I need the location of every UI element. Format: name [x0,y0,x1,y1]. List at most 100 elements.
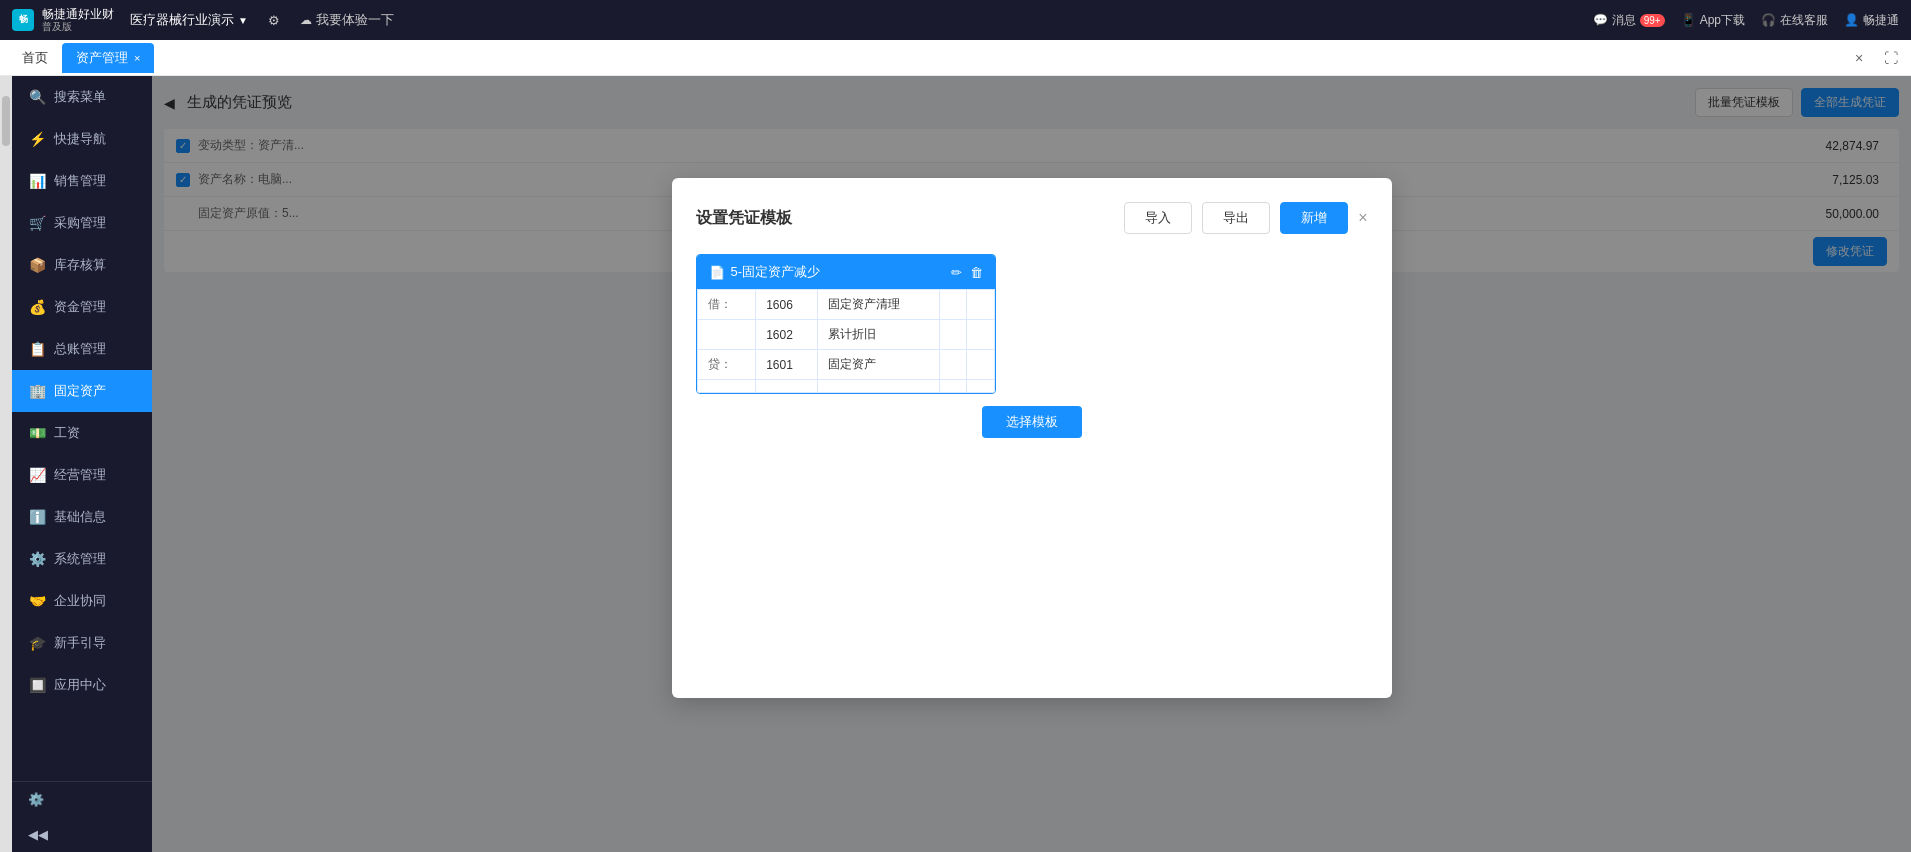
tab-asset-management[interactable]: 资产管理 × [62,43,154,73]
online-service-button[interactable]: 🎧 在线客服 [1761,12,1828,29]
settings-icon-topbar[interactable]: ⚙ [268,13,280,28]
avatar-icon: 👤 [1844,13,1859,27]
template-table: 借： 1606 固定资产清理 1602 累计折旧 [697,289,995,393]
window-close-button[interactable]: × [1847,46,1871,70]
template-cell-empty-3 [939,350,966,380]
template-card: 📄 5-固定资产减少 ✏ 🗑 借： 1606 [696,254,996,394]
template-card-actions: ✏ 🗑 [951,265,983,280]
company-selector[interactable]: 医疗器械行业演示 ▼ [130,11,248,29]
sidebar-item-guide[interactable]: 🎓 新手引导 [12,622,152,664]
sidebar-item-quicknav[interactable]: ⚡ 快捷导航 [12,118,152,160]
template-cell-empty-3b [967,350,994,380]
template-cell-name-2: 累计折旧 [818,320,939,350]
operations-icon: 📈 [28,466,46,484]
window-maximize-button[interactable]: ⛶ [1879,46,1903,70]
topbar-right: 💬 消息 99+ 📱 App下载 🎧 在线客服 👤 畅捷通 [1593,12,1899,29]
template-cell-name-3: 固定资产 [818,350,939,380]
template-cell-code-2: 1602 [756,320,818,350]
new-template-button[interactable]: 新增 [1280,202,1348,234]
modal-close-button[interactable]: × [1358,209,1367,227]
tab-close-icon[interactable]: × [134,52,140,64]
sidebar-item-enterprise[interactable]: 🤝 企业协同 [12,580,152,622]
logo-area: 畅 畅捷通好业财 普及版 [12,7,114,33]
template-cell-empty-1 [939,290,966,320]
inventory-icon: 📦 [28,256,46,274]
messages-button[interactable]: 💬 消息 99+ [1593,12,1665,29]
quicknav-icon: ⚡ [28,130,46,148]
user-avatar[interactable]: 👤 畅捷通 [1844,12,1899,29]
sidebar-item-fixed-assets[interactable]: 🏢 固定资产 [12,370,152,412]
message-icon: 💬 [1593,13,1608,27]
template-row-1: 借： 1606 固定资产清理 [697,290,994,320]
sidebar-scrolltrack[interactable] [0,76,12,852]
tab-bar: 首页 资产管理 × × ⛶ [0,40,1911,76]
collapse-icon: ◀◀ [28,827,48,842]
modal-actions: 导入 导出 新增 [1124,202,1348,234]
sidebar: 🔍 搜索菜单 ⚡ 快捷导航 📊 销售管理 🛒 采购管理 📦 库存核算 💰 [12,76,152,852]
sidebar-settings-button[interactable]: ⚙️ [12,782,152,817]
experience-button[interactable]: ☁ 我要体验一下 [300,11,394,29]
enterprise-icon: 🤝 [28,592,46,610]
template-doc-icon: 📄 [709,265,725,280]
ledger-icon: 📋 [28,340,46,358]
settings-bottom-icon: ⚙️ [28,792,44,807]
fixed-assets-icon: 🏢 [28,382,46,400]
template-cell-code-1: 1606 [756,290,818,320]
sidebar-item-funds[interactable]: 💰 资金管理 [12,286,152,328]
template-edit-icon[interactable]: ✏ [951,265,962,280]
template-row-2: 1602 累计折旧 [697,320,994,350]
sidebar-collapse-button[interactable]: ◀◀ [12,817,152,852]
template-cell-empty-2 [939,320,966,350]
template-name: 5-固定资产减少 [731,263,821,281]
service-icon: 🎧 [1761,13,1776,27]
modal-set-template: 设置凭证模板 导入 导出 新增 × 📄 [672,178,1392,698]
modal-title: 设置凭证模板 [696,208,792,229]
template-row-4 [697,380,994,393]
template-cell-code-3: 1601 [756,350,818,380]
search-icon: 🔍 [28,88,46,106]
apps-icon: 🔲 [28,676,46,694]
import-button[interactable]: 导入 [1124,202,1192,234]
main-content: ◀ 生成的凭证预览 批量凭证模板 全部生成凭证 ✓ 变动类型：资产清... 42… [152,76,1911,852]
select-template-button[interactable]: 选择模板 [982,406,1082,438]
sidebar-item-payroll[interactable]: 💵 工资 [12,412,152,454]
window-controls: × ⛶ [1847,46,1903,70]
sidebar-item-system[interactable]: ⚙️ 系统管理 [12,538,152,580]
content-area: 🔍 搜索菜单 ⚡ 快捷导航 📊 销售管理 🛒 采购管理 📦 库存核算 💰 [0,76,1911,852]
template-cell-type-1: 借： [697,290,756,320]
export-button[interactable]: 导出 [1202,202,1270,234]
sidebar-item-sales[interactable]: 📊 销售管理 [12,160,152,202]
template-row-3: 贷： 1601 固定资产 [697,350,994,380]
topbar-nav: 医疗器械行业演示 ▼ ⚙ ☁ 我要体验一下 [114,11,1593,29]
template-cell-name-1: 固定资产清理 [818,290,939,320]
sidebar-bottom: ⚙️ ◀◀ [12,781,152,852]
template-card-header: 📄 5-固定资产减少 ✏ 🗑 [697,255,995,289]
purchase-icon: 🛒 [28,214,46,232]
sidebar-item-search[interactable]: 🔍 搜索菜单 [12,76,152,118]
tab-home[interactable]: 首页 [8,43,62,73]
template-footer: 选择模板 [696,394,1368,450]
sidebar-item-apps[interactable]: 🔲 应用中心 [12,664,152,706]
sidebar-item-inventory[interactable]: 📦 库存核算 [12,244,152,286]
template-delete-icon[interactable]: 🗑 [970,265,983,280]
system-icon: ⚙️ [28,550,46,568]
sidebar-scrollthumb[interactable] [2,96,10,146]
top-bar: 畅 畅捷通好业财 普及版 医疗器械行业演示 ▼ ⚙ ☁ 我要体验一下 💬 消息 … [0,0,1911,40]
guide-icon: 🎓 [28,634,46,652]
app-download-button[interactable]: 📱 App下载 [1681,12,1745,29]
app-subtitle: 普及版 [42,21,114,33]
logo-icon: 畅 [12,9,34,31]
sidebar-item-ledger[interactable]: 📋 总账管理 [12,328,152,370]
template-cell-empty-2b [967,320,994,350]
template-cell-type-3: 贷： [697,350,756,380]
sidebar-item-basic-info[interactable]: ℹ️ 基础信息 [12,496,152,538]
payroll-icon: 💵 [28,424,46,442]
app-title: 畅捷通好业财 [42,7,114,21]
modal-header: 设置凭证模板 导入 导出 新增 × [696,202,1368,234]
funds-icon: 💰 [28,298,46,316]
sidebar-item-purchase[interactable]: 🛒 采购管理 [12,202,152,244]
template-cell-type-2 [697,320,756,350]
basic-info-icon: ℹ️ [28,508,46,526]
template-cell-empty-1b [967,290,994,320]
sidebar-item-operations[interactable]: 📈 经营管理 [12,454,152,496]
